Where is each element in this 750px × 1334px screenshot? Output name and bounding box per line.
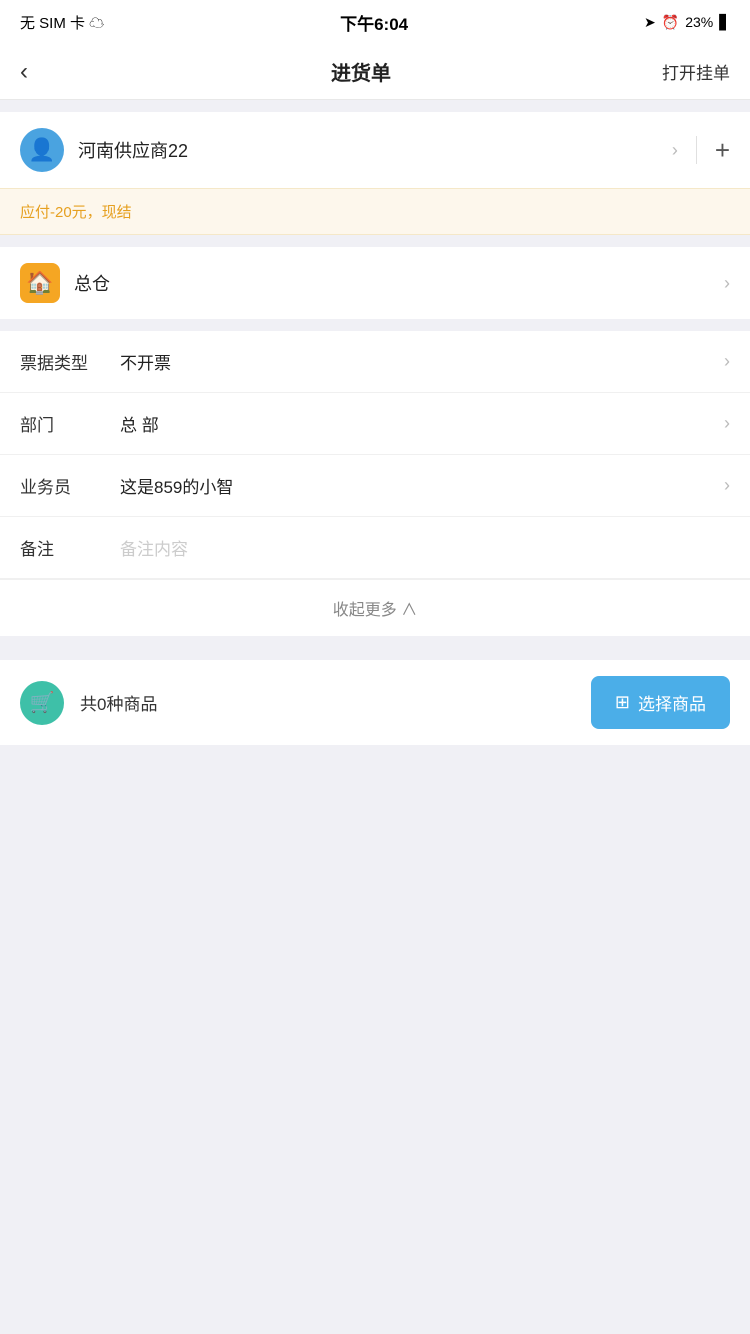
remark-label: 备注 xyxy=(20,535,110,560)
dept-chevron-icon: › xyxy=(724,413,730,434)
battery-icon: ▋ xyxy=(719,14,730,31)
bottom-bar: 🛒 共0种商品 ⊞ 选择商品 xyxy=(0,660,750,745)
warehouse-name: 总仓 xyxy=(74,270,724,296)
section-gap-3 xyxy=(0,636,750,648)
select-label: 选择商品 xyxy=(638,690,706,715)
product-icon: 🛒 xyxy=(20,681,64,725)
status-time: 下午6:04 xyxy=(340,10,408,35)
remark-row[interactable]: 备注 备注内容 xyxy=(0,517,750,579)
supplier-section: 👤 河南供应商22 › + 应付-20元，现结 xyxy=(0,112,750,235)
vertical-divider xyxy=(696,136,697,164)
section-gap-2 xyxy=(0,235,750,247)
ticket-type-label: 票据类型 xyxy=(20,349,110,374)
dept-label: 部门 xyxy=(20,411,110,436)
status-bar: 无 SIM 卡 ☁ 下午6:04 ➤ ⏰ 23% ▋ xyxy=(0,0,750,44)
back-button[interactable]: ‹ xyxy=(20,58,60,86)
page-title: 进货单 xyxy=(331,57,391,86)
dept-row[interactable]: 部门 总 部 › xyxy=(0,393,750,455)
select-icon: ⊞ xyxy=(615,692,630,713)
supplier-chevron-icon: › xyxy=(672,140,678,161)
open-pending-button[interactable]: 打开挂单 xyxy=(662,59,730,84)
status-right: ➤ ⏰ 23% ▋ xyxy=(644,14,730,31)
notice-banner: 应付-20元，现结 xyxy=(0,188,750,235)
sim-status: 无 SIM 卡 ☁ xyxy=(20,12,104,33)
home-icon: 🏠 xyxy=(26,270,53,296)
salesman-row[interactable]: 业务员 这是859的小智 › xyxy=(0,455,750,517)
location-icon: ➤ xyxy=(644,14,656,31)
supplier-row[interactable]: 👤 河南供应商22 › + xyxy=(0,112,750,188)
supplier-avatar: 👤 xyxy=(20,128,64,172)
dept-value: 总 部 xyxy=(110,411,714,436)
alarm-icon: ⏰ xyxy=(662,14,679,31)
select-product-button[interactable]: ⊞ 选择商品 xyxy=(591,676,730,729)
form-section: 票据类型 不开票 › 部门 总 部 › 业务员 这是859的小智 › 备注 备注… xyxy=(0,331,750,636)
person-icon: 👤 xyxy=(28,137,55,163)
battery-level: 23% xyxy=(685,14,713,30)
warehouse-section: 🏠 总仓 › xyxy=(0,247,750,319)
ticket-type-value: 不开票 xyxy=(110,349,714,374)
warehouse-icon: 🏠 xyxy=(20,263,60,303)
add-button[interactable]: + xyxy=(715,135,730,166)
remark-input[interactable]: 备注内容 xyxy=(110,535,730,560)
section-gap-1 xyxy=(0,100,750,112)
warehouse-chevron-icon: › xyxy=(724,273,730,294)
cart-icon: 🛒 xyxy=(30,690,55,715)
collapse-button[interactable]: 收起更多 ∧ xyxy=(0,579,750,636)
salesman-label: 业务员 xyxy=(20,473,110,498)
product-count: 共0种商品 xyxy=(80,690,575,715)
ticket-chevron-icon: › xyxy=(724,351,730,372)
salesman-chevron-icon: › xyxy=(724,475,730,496)
ticket-type-row[interactable]: 票据类型 不开票 › xyxy=(0,331,750,393)
nav-bar: ‹ 进货单 打开挂单 xyxy=(0,44,750,100)
supplier-name: 河南供应商22 xyxy=(78,137,672,163)
status-left: 无 SIM 卡 ☁ xyxy=(20,12,104,33)
salesman-value: 这是859的小智 xyxy=(110,473,714,498)
collapse-label: 收起更多 ∧ xyxy=(333,596,417,620)
warehouse-row[interactable]: 🏠 总仓 › xyxy=(0,247,750,319)
